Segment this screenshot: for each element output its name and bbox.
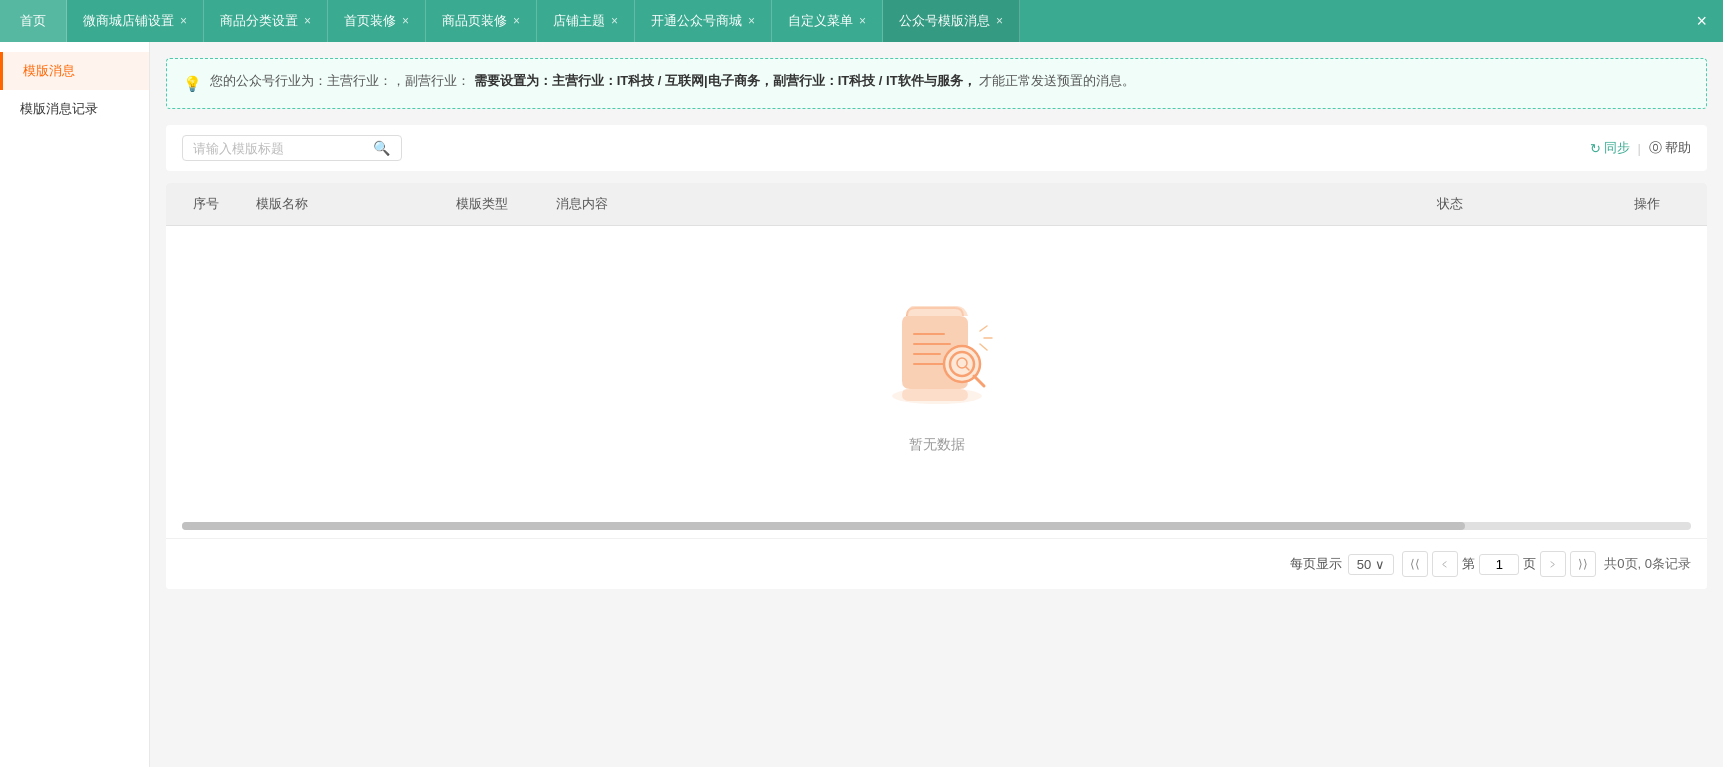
- tab-shop-theme-label: 店铺主题: [553, 12, 605, 30]
- data-table: 序号 模版名称 模版类型 消息内容 状态 操作: [166, 183, 1707, 589]
- svg-line-7: [974, 376, 984, 386]
- tab-template-msg-label: 公众号模版消息: [899, 12, 990, 30]
- page-size-chevron: ∨: [1375, 557, 1385, 572]
- sync-label: 同步: [1604, 139, 1630, 157]
- sidebar-item-template-msg-log[interactable]: 模版消息记录: [0, 90, 149, 128]
- pagination-bar: 每页显示 50 ∨ ⟨⟨ ﹤ 第 页 ﹥ ⟩⟩ 共0页, 0条记录: [166, 538, 1707, 589]
- main-layout: 模版消息 模版消息记录 💡 您的公众号行业为：主营行业：，副营行业： 需要设置为…: [0, 42, 1723, 767]
- page-di-label: 第: [1462, 555, 1475, 573]
- tab-product-category-label: 商品分类设置: [220, 12, 298, 30]
- col-action-label: 操作: [1634, 195, 1660, 213]
- page-prev-button[interactable]: ﹤: [1432, 551, 1458, 577]
- tab-template-msg-close[interactable]: ×: [996, 14, 1003, 28]
- col-header-action: 操作: [1587, 183, 1707, 225]
- tab-product-decor[interactable]: 商品页装修 ×: [426, 0, 537, 42]
- help-button[interactable]: ⓪ 帮助: [1649, 139, 1691, 157]
- notice-icon: 💡: [183, 72, 202, 96]
- toolbar-divider: |: [1638, 141, 1641, 156]
- tab-home[interactable]: 首页: [0, 0, 67, 42]
- tab-micro-shop[interactable]: 微商城店铺设置 ×: [67, 0, 204, 42]
- table-header: 序号 模版名称 模版类型 消息内容 状态 操作: [166, 183, 1707, 226]
- notice-box: 💡 您的公众号行业为：主营行业：，副营行业： 需要设置为：主营行业：IT科技 /…: [166, 58, 1707, 109]
- empty-illustration: [872, 286, 1002, 416]
- tab-custom-menu[interactable]: 自定义菜单 ×: [772, 0, 883, 42]
- notice-prefix: 您的公众号行业为：主营行业：，副营行业：: [210, 73, 470, 88]
- tab-home-decor-label: 首页装修: [344, 12, 396, 30]
- page-number-input[interactable]: [1479, 554, 1519, 575]
- tab-home-label: 首页: [20, 12, 46, 30]
- col-status-label: 状态: [1437, 195, 1463, 213]
- col-name-label: 模版名称: [256, 195, 308, 213]
- tab-micro-shop-close[interactable]: ×: [180, 14, 187, 28]
- col-seq-label: 序号: [193, 195, 219, 213]
- tab-product-category-close[interactable]: ×: [304, 14, 311, 28]
- tab-bar: 首页 微商城店铺设置 × 商品分类设置 × 首页装修 × 商品页装修 × 店铺主…: [0, 0, 1723, 42]
- search-icon[interactable]: 🔍: [373, 140, 390, 156]
- col-header-name: 模版名称: [246, 183, 446, 225]
- tab-product-decor-close[interactable]: ×: [513, 14, 520, 28]
- col-header-content: 消息内容: [546, 183, 1427, 225]
- empty-text: 暂无数据: [909, 436, 965, 454]
- scrollbar-thumb: [182, 522, 1465, 530]
- tab-product-category[interactable]: 商品分类设置 ×: [204, 0, 328, 42]
- page-unit-label: 页: [1523, 555, 1536, 573]
- sidebar-item-template-msg-label: 模版消息: [23, 63, 75, 78]
- search-input[interactable]: [193, 141, 373, 156]
- tab-bar-close-all[interactable]: ×: [1680, 0, 1723, 42]
- tab-custom-menu-label: 自定义菜单: [788, 12, 853, 30]
- fake-scrollbar[interactable]: [182, 522, 1691, 530]
- sidebar-item-template-msg[interactable]: 模版消息: [0, 52, 149, 90]
- empty-state: 暂无数据: [166, 226, 1707, 514]
- page-size-select: 每页显示 50 ∨: [1290, 554, 1394, 575]
- help-label: 帮助: [1665, 139, 1691, 157]
- col-header-type: 模版类型: [446, 183, 546, 225]
- tab-shop-theme[interactable]: 店铺主题 ×: [537, 0, 635, 42]
- page-size-value: 50: [1357, 557, 1371, 572]
- tab-template-msg[interactable]: 公众号模版消息 ×: [883, 0, 1020, 42]
- svg-line-10: [980, 326, 987, 331]
- col-header-status: 状态: [1427, 183, 1587, 225]
- tab-home-decor-close[interactable]: ×: [402, 14, 409, 28]
- page-size-dropdown[interactable]: 50 ∨: [1348, 554, 1394, 575]
- tab-open-mall[interactable]: 开通公众号商城 ×: [635, 0, 772, 42]
- notice-highlight: 需要设置为：主营行业：IT科技 / 互联网|电子商务，副营行业：IT科技 / I…: [474, 73, 976, 88]
- tab-product-decor-label: 商品页装修: [442, 12, 507, 30]
- page-nav: ⟨⟨ ﹤ 第 页 ﹥ ⟩⟩: [1402, 551, 1596, 577]
- toolbar-right: ↻ 同步 | ⓪ 帮助: [1590, 139, 1691, 157]
- sidebar: 模版消息 模版消息记录: [0, 42, 150, 767]
- page-total-label: 共0页, 0条记录: [1604, 555, 1691, 573]
- sync-icon: ↻: [1590, 141, 1601, 156]
- col-header-seq: 序号: [166, 183, 246, 225]
- page-last-button[interactable]: ⟩⟩: [1570, 551, 1596, 577]
- sync-button[interactable]: ↻ 同步: [1590, 139, 1630, 157]
- page-next-button[interactable]: ﹥: [1540, 551, 1566, 577]
- tab-open-mall-label: 开通公众号商城: [651, 12, 742, 30]
- notice-text: 您的公众号行业为：主营行业：，副营行业： 需要设置为：主营行业：IT科技 / 互…: [210, 71, 1135, 92]
- page-size-label: 每页显示: [1290, 555, 1342, 573]
- svg-line-12: [980, 344, 987, 350]
- tab-shop-theme-close[interactable]: ×: [611, 14, 618, 28]
- help-icon: ⓪: [1649, 139, 1662, 157]
- scrollbar-area: [166, 514, 1707, 538]
- tab-custom-menu-close[interactable]: ×: [859, 14, 866, 28]
- tab-micro-shop-label: 微商城店铺设置: [83, 12, 174, 30]
- toolbar: 🔍 ↻ 同步 | ⓪ 帮助: [166, 125, 1707, 171]
- search-box[interactable]: 🔍: [182, 135, 402, 161]
- col-content-label: 消息内容: [556, 195, 608, 213]
- col-type-label: 模版类型: [456, 195, 508, 213]
- tab-home-decor[interactable]: 首页装修 ×: [328, 0, 426, 42]
- notice-suffix: 才能正常发送预置的消息。: [979, 73, 1135, 88]
- page-first-button[interactable]: ⟨⟨: [1402, 551, 1428, 577]
- sidebar-item-template-msg-log-label: 模版消息记录: [20, 101, 98, 116]
- content-area: 💡 您的公众号行业为：主营行业：，副营行业： 需要设置为：主营行业：IT科技 /…: [150, 42, 1723, 767]
- tab-open-mall-close[interactable]: ×: [748, 14, 755, 28]
